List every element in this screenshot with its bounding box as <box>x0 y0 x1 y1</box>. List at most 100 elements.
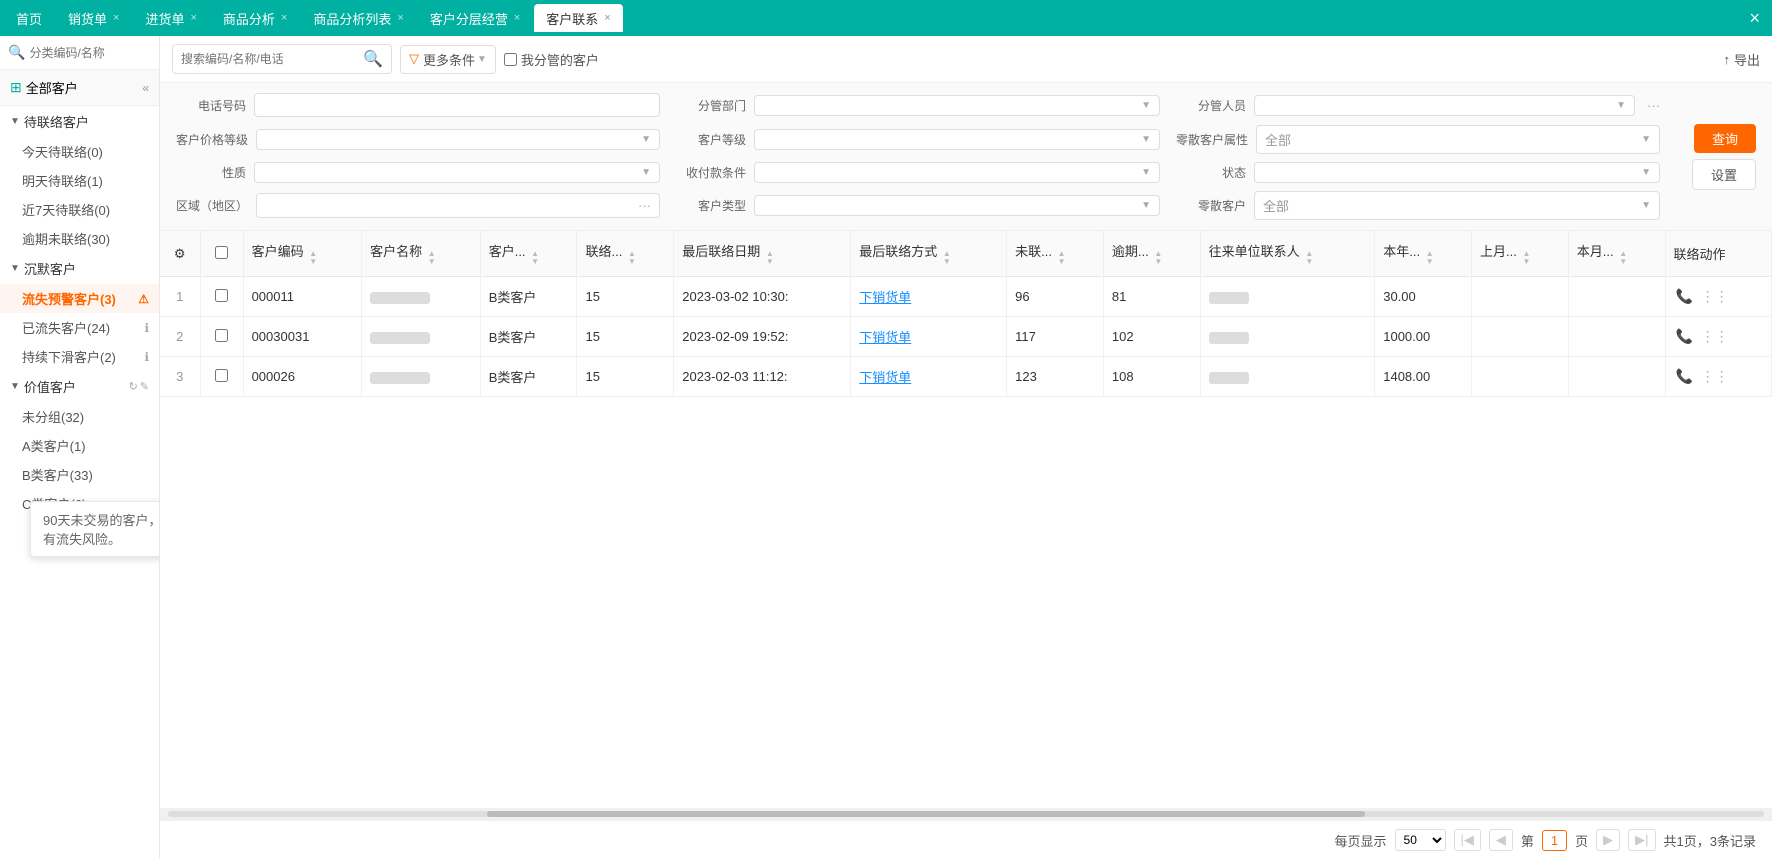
pagination-first[interactable]: |◀ <box>1454 829 1481 851</box>
filter-phone-input[interactable] <box>254 93 660 117</box>
sidebar-all-customers[interactable]: ⊞ 全部客户 « <box>0 70 159 106</box>
filter-region-select[interactable]: ··· <box>256 193 660 218</box>
export-button[interactable]: ↑ 导出 <box>1723 50 1760 69</box>
row-checkbox[interactable] <box>215 369 228 382</box>
more-icon-manager[interactable]: ··· <box>1647 98 1660 113</box>
tab-purchase-order[interactable]: 进货单 × <box>133 4 208 32</box>
pagination-prev[interactable]: ◀ <box>1489 829 1513 851</box>
filter-customer-type-select[interactable]: ▼ <box>754 195 1160 216</box>
phone-action-icon[interactable]: 📞 <box>1676 328 1693 344</box>
row-last-contact-method[interactable]: 下销货单 <box>851 277 1007 317</box>
row-checkbox[interactable] <box>215 289 228 302</box>
sort-code[interactable]: ▲▼ <box>309 250 317 266</box>
filter-scatter-attr-select[interactable]: 全部 ▼ <box>1256 125 1660 154</box>
sort-current-year[interactable]: ▲▼ <box>1426 250 1434 266</box>
per-page-select[interactable]: 50 100 200 <box>1395 829 1446 851</box>
edit-icon[interactable]: ✎ <box>140 380 149 393</box>
more-action-icon[interactable]: ⋮⋮ <box>1701 328 1729 344</box>
tab-close-customer-strat[interactable]: × <box>514 12 520 24</box>
my-customers-checkbox[interactable] <box>504 53 517 66</box>
tab-close-customer-contact[interactable]: × <box>604 12 610 24</box>
tab-close-sales-order[interactable]: × <box>113 12 119 24</box>
window-close-button[interactable]: × <box>1741 8 1768 29</box>
phone-action-icon[interactable]: 📞 <box>1676 368 1693 384</box>
search-input[interactable] <box>181 52 363 66</box>
col-customer-type: 客户... ▲▼ <box>480 231 577 277</box>
refresh-icon[interactable]: ↻ <box>129 380 138 393</box>
tab-close-product-analysis[interactable]: × <box>281 12 287 24</box>
filter-dept-select[interactable]: ▼ <box>754 95 1160 116</box>
sidebar-item-type-b[interactable]: B类客户(33) <box>0 460 159 489</box>
sidebar-item-tomorrow-pending[interactable]: 明天待联络(1) <box>0 166 159 195</box>
sort-name[interactable]: ▲▼ <box>428 250 436 266</box>
row-checkbox[interactable] <box>215 329 228 342</box>
sort-overdue[interactable]: ▲▼ <box>1154 250 1162 266</box>
col-settings[interactable]: ⚙ <box>160 231 200 277</box>
sort-not-contacted[interactable]: ▲▼ <box>1058 250 1066 266</box>
sidebar-item-overdue-pending[interactable]: 逾期未联络(30) <box>0 224 159 253</box>
table-area: ⚙ 客户编码 ▲▼ 客户名称 <box>160 231 1772 808</box>
more-action-icon[interactable]: ⋮⋮ <box>1701 368 1729 384</box>
scrollbar-thumb[interactable] <box>487 811 1365 817</box>
tab-close-product-list[interactable]: × <box>397 12 403 24</box>
col-checkbox[interactable] <box>200 231 243 277</box>
tab-home[interactable]: 首页 <box>4 4 54 32</box>
sidebar-item-week-pending[interactable]: 近7天待联络(0) <box>0 195 159 224</box>
row-last-month <box>1472 357 1569 397</box>
more-icon-region[interactable]: ··· <box>638 198 651 213</box>
filter-customer-level-select[interactable]: ▼ <box>754 129 1160 150</box>
sort-last-date[interactable]: ▲▼ <box>766 250 774 266</box>
search-button[interactable]: 🔍 <box>363 49 383 69</box>
select-all-checkbox[interactable] <box>215 246 228 259</box>
tab-customer-stratification[interactable]: 客户分层经营 × <box>418 4 532 32</box>
my-customers-checkbox-area[interactable]: 我分管的客户 <box>504 50 599 69</box>
sidebar-group-header-silent[interactable]: ▼ 沉默客户 <box>0 253 159 284</box>
query-button[interactable]: 查询 <box>1694 124 1756 153</box>
settings-icon[interactable]: ⚙ <box>174 246 186 261</box>
sort-last-method[interactable]: ▲▼ <box>943 250 951 266</box>
sidebar-item-today-pending[interactable]: 今天待联络(0) <box>0 137 159 166</box>
more-conditions-button[interactable]: ▽ 更多条件 ▼ <box>400 45 496 74</box>
row-last-contact-method[interactable]: 下销货单 <box>851 317 1007 357</box>
tab-sales-order[interactable]: 销货单 × <box>56 4 131 32</box>
sidebar-item-churned[interactable]: 已流失客户(24) ℹ <box>0 313 159 342</box>
filter-nature-select[interactable]: ▼ <box>254 162 660 183</box>
search-bar: 🔍 ▽ 更多条件 ▼ 我分管的客户 ↑ 导出 <box>160 36 1772 83</box>
sort-contact-count[interactable]: ▲▼ <box>628 250 636 266</box>
filter-payment-select[interactable]: ▼ <box>754 162 1160 183</box>
horizontal-scrollbar[interactable] <box>160 808 1772 820</box>
sort-customer-type[interactable]: ▲▼ <box>531 250 539 266</box>
phone-action-icon[interactable]: 📞 <box>1676 288 1693 304</box>
more-action-icon[interactable]: ⋮⋮ <box>1701 288 1729 304</box>
sort-current-month[interactable]: ▲▼ <box>1619 250 1627 266</box>
filter-scatter-select[interactable]: 全部 ▼ <box>1254 191 1660 220</box>
row-checkbox-cell[interactable] <box>200 277 243 317</box>
tab-customer-contact[interactable]: 客户联系 × <box>534 4 622 32</box>
sidebar-item-declining[interactable]: 持续下滑客户(2) ℹ <box>0 342 159 371</box>
row-current-year: 1408.00 <box>1375 357 1472 397</box>
settings-button[interactable]: 设置 <box>1692 159 1756 190</box>
data-table: ⚙ 客户编码 ▲▼ 客户名称 <box>160 231 1772 397</box>
row-index: 3 <box>160 357 200 397</box>
pagination-next[interactable]: ▶ <box>1596 829 1620 851</box>
sort-last-month[interactable]: ▲▼ <box>1522 250 1530 266</box>
filter-price-level-select[interactable]: ▼ <box>256 129 660 150</box>
sidebar-item-churn-warning[interactable]: 流失预警客户(3) ⚠ <box>0 284 159 313</box>
sidebar-collapse-icon[interactable]: « <box>142 81 149 95</box>
filter-status-select[interactable]: ▼ <box>1254 162 1660 183</box>
row-checkbox-cell[interactable] <box>200 317 243 357</box>
sidebar-item-ungrouped[interactable]: 未分组(32) <box>0 402 159 431</box>
sidebar-item-type-a[interactable]: A类客户(1) <box>0 431 159 460</box>
filter-manager-select[interactable]: ▼ <box>1254 95 1635 116</box>
row-checkbox-cell[interactable] <box>200 357 243 397</box>
per-page-label: 每页显示 <box>1335 831 1387 850</box>
sidebar-group-header-value[interactable]: ▼ 价值客户 ↻ ✎ <box>0 371 159 402</box>
sidebar-group-header-pending[interactable]: ▼ 待联络客户 <box>0 106 159 137</box>
row-last-contact-method[interactable]: 下销货单 <box>851 357 1007 397</box>
tab-product-analysis-list[interactable]: 商品分析列表 × <box>301 4 415 32</box>
sidebar-search-input[interactable] <box>29 46 160 60</box>
pagination-last[interactable]: ▶| <box>1628 829 1655 851</box>
tab-close-purchase-order[interactable]: × <box>190 12 196 24</box>
sort-contact-person[interactable]: ▲▼ <box>1305 250 1313 266</box>
tab-product-analysis[interactable]: 商品分析 × <box>211 4 299 32</box>
